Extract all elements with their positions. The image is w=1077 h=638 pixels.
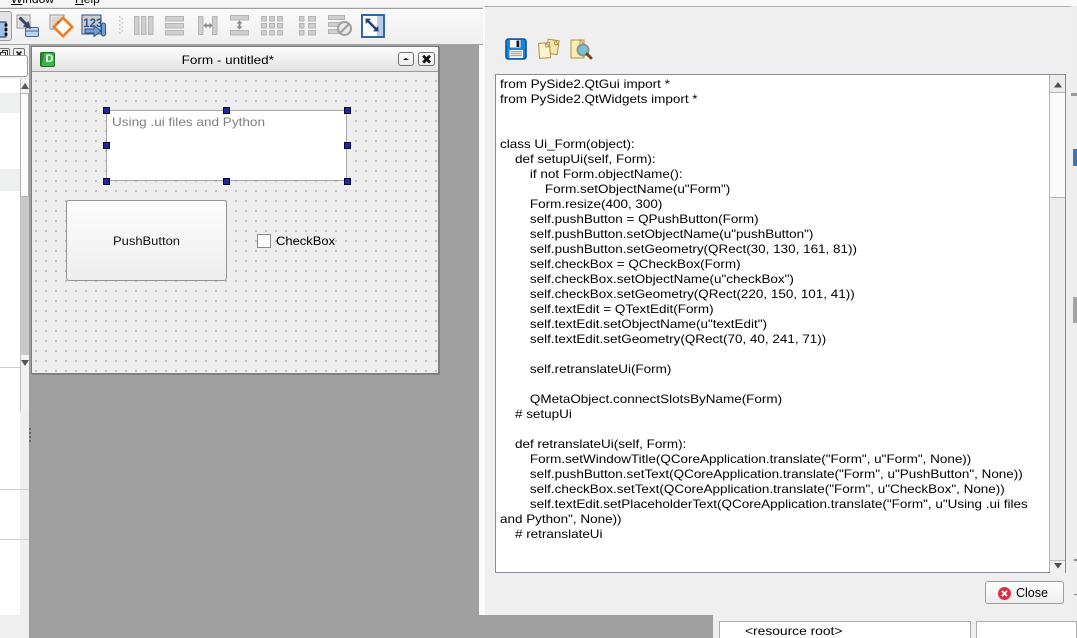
svg-text:123: 123 (83, 18, 102, 30)
